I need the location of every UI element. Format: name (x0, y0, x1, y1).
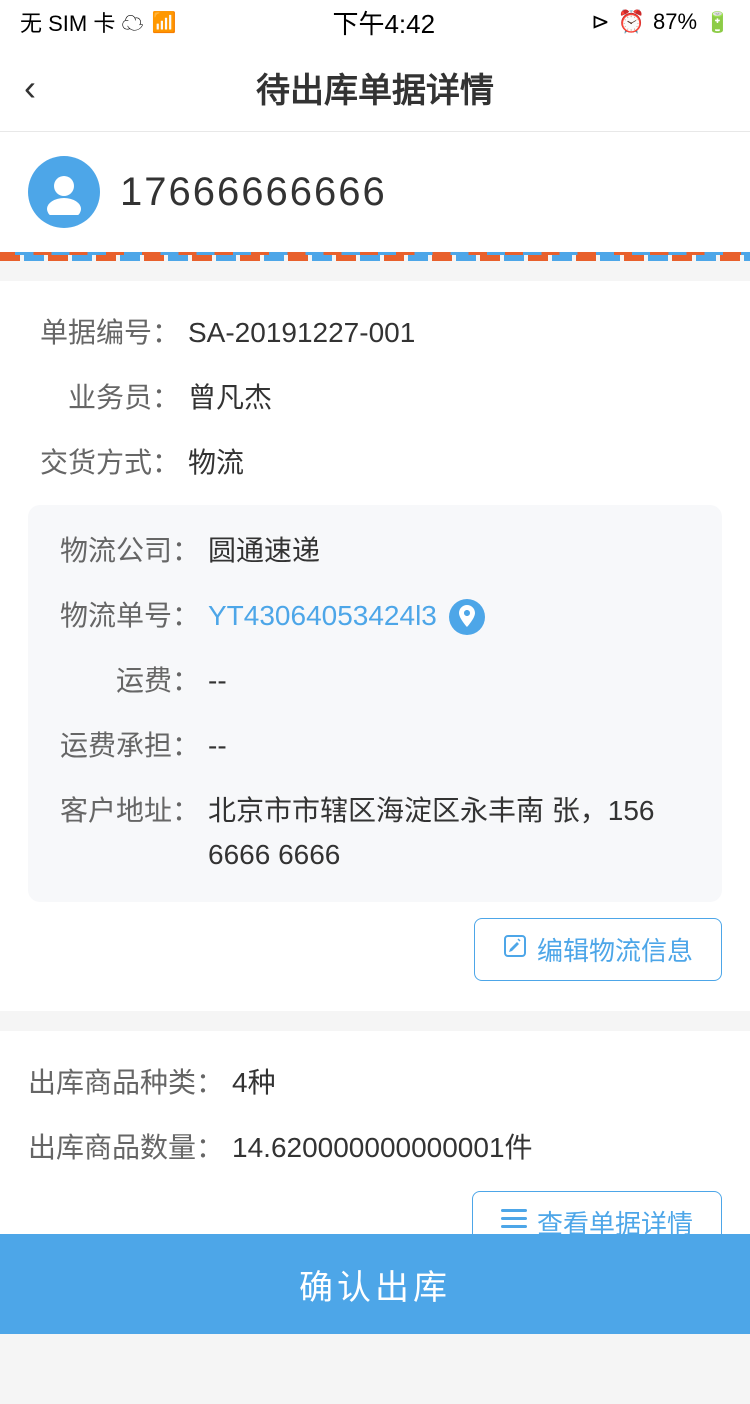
order-number-label: 单据编号： (28, 311, 188, 356)
confirm-button-label: 确认出库 (299, 1260, 451, 1309)
avatar (28, 156, 100, 228)
freight-value: -- (208, 659, 702, 704)
goods-quantity-value: 14.620000000000001件 (232, 1126, 722, 1171)
page-title: 待出库单据详情 (256, 63, 494, 112)
address-row: 客户地址： 北京市市辖区海淀区永丰南 张，156 6666 6666 (48, 789, 702, 879)
sim-status: 无 SIM 卡 ☁ (20, 6, 143, 38)
goods-types-value: 4种 (232, 1061, 722, 1106)
location-status-icon: ⊳ (591, 9, 609, 35)
battery-level: 87% (653, 9, 697, 35)
address-value: 北京市市辖区海淀区永丰南 张，156 6666 6666 (208, 789, 702, 879)
delivery-value: 物流 (188, 441, 722, 486)
tracking-label: 物流单号： (48, 594, 208, 639)
delivery-row: 交货方式： 物流 (28, 441, 722, 486)
customer-header: 17666666666 (0, 132, 750, 255)
freight-row: 运费： -- (48, 659, 702, 704)
order-number-value: SA-20191227-001 (188, 311, 722, 356)
logistics-section: 物流公司： 圆通速递 物流单号： YT43064053424l3 运费： -- … (28, 505, 722, 902)
edit-logistics-button[interactable]: 编辑物流信息 (474, 918, 722, 981)
freight-bear-row: 运费承担： -- (48, 724, 702, 769)
map-location-icon[interactable] (449, 599, 485, 635)
salesperson-row: 业务员： 曾凡杰 (28, 376, 722, 421)
tracking-row: 物流单号： YT43064053424l3 (48, 594, 702, 639)
logistics-company-row: 物流公司： 圆通速递 (48, 529, 702, 574)
alarm-icon: ⏰ (618, 9, 645, 35)
logistics-company-value: 圆通速递 (208, 529, 702, 574)
nav-bar: ‹ 待出库单据详情 (0, 44, 750, 132)
tracking-value: YT43064053424l3 (208, 594, 702, 639)
address-label: 客户地址： (48, 789, 208, 834)
dashed-divider (0, 255, 750, 261)
goods-quantity-label: 出库商品数量： (28, 1126, 232, 1171)
goods-quantity-row: 出库商品数量： 14.620000000000001件 (28, 1126, 722, 1171)
status-time: 下午4:42 (332, 4, 435, 41)
order-number-row: 单据编号： SA-20191227-001 (28, 311, 722, 356)
edit-btn-row: 编辑物流信息 (28, 918, 722, 981)
order-info-section: 单据编号： SA-20191227-001 业务员： 曾凡杰 交货方式： 物流 … (0, 281, 750, 1011)
salesperson-label: 业务员： (28, 376, 188, 421)
battery-icon: 🔋 (705, 10, 730, 35)
status-right: ⊳ ⏰ 87% 🔋 (591, 9, 730, 35)
freight-bear-label: 运费承担： (48, 724, 208, 769)
edit-logistics-label: 编辑物流信息 (537, 931, 693, 968)
confirm-btn-wrap[interactable]: 确认出库 (0, 1234, 750, 1334)
goods-types-label: 出库商品种类： (28, 1061, 232, 1106)
freight-label: 运费： (48, 659, 208, 704)
status-bar: 无 SIM 卡 ☁ 📶 下午4:42 ⊳ ⏰ 87% 🔋 (0, 0, 750, 44)
salesperson-value: 曾凡杰 (188, 376, 722, 421)
back-button[interactable]: ‹ (24, 67, 36, 109)
status-left: 无 SIM 卡 ☁ 📶 (20, 6, 176, 38)
edit-icon (503, 934, 527, 965)
goods-types-row: 出库商品种类： 4种 (28, 1061, 722, 1106)
customer-phone: 17666666666 (120, 170, 387, 215)
logistics-company-label: 物流公司： (48, 529, 208, 574)
wifi-icon: 📶 (151, 10, 176, 35)
freight-bear-value: -- (208, 724, 702, 769)
delivery-label: 交货方式： (28, 441, 188, 486)
